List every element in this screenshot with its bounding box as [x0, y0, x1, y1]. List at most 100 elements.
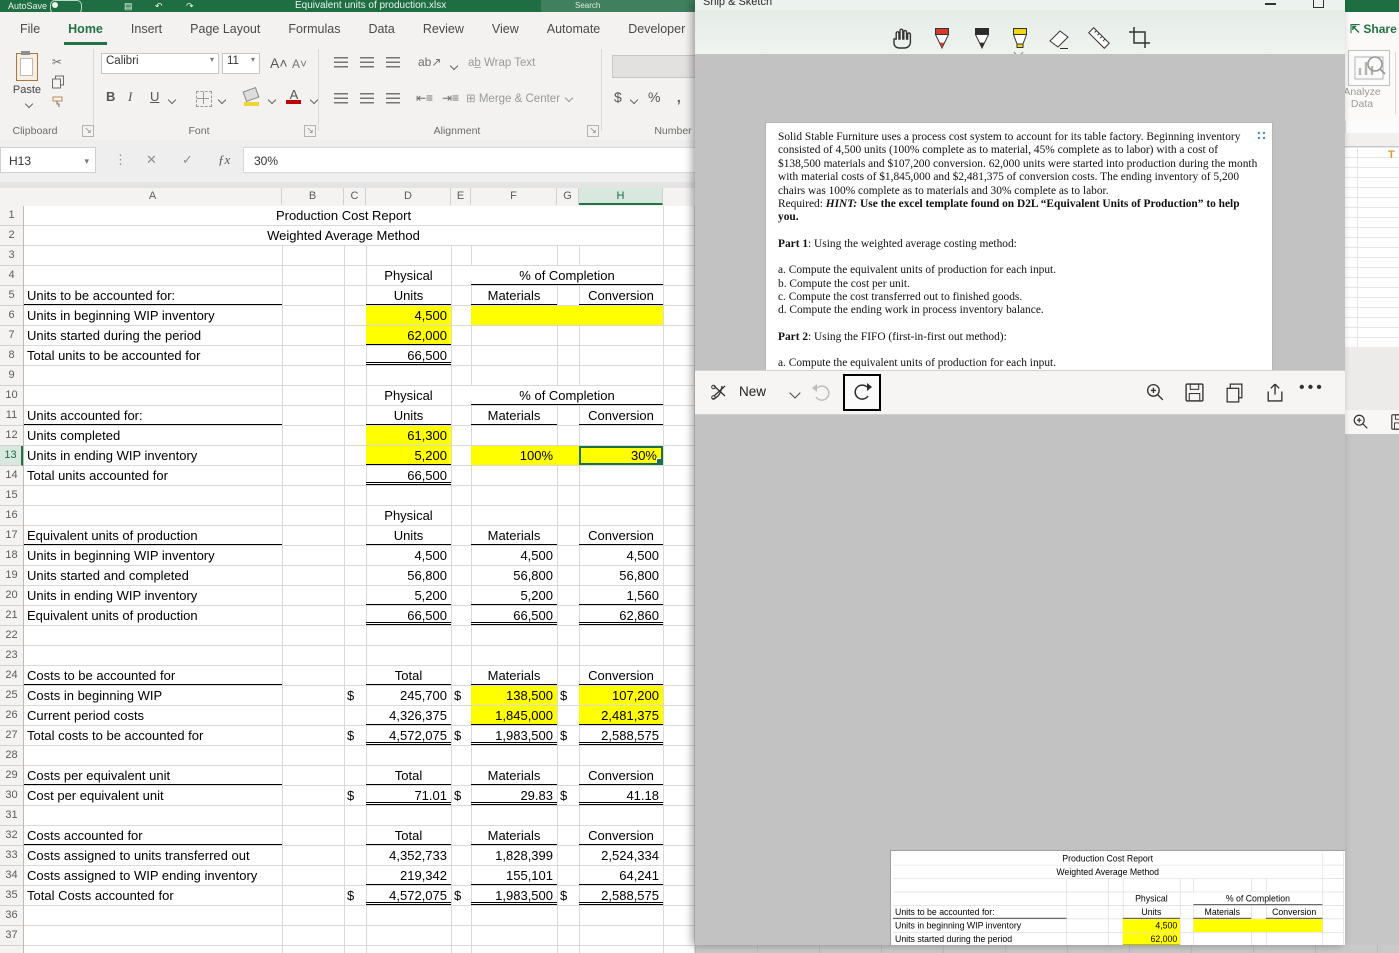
cell-H33[interactable]: 2,524,334 [579, 846, 663, 865]
save-icon[interactable] [1390, 413, 1399, 431]
align-middle-icon[interactable] [360, 57, 374, 68]
insert-function-icon[interactable]: ƒx [218, 147, 230, 173]
cell-D13[interactable]: 5,200 [366, 446, 451, 465]
row-22[interactable] [24, 626, 695, 646]
cell-F5[interactable]: Materials [471, 286, 557, 305]
bold-button[interactable]: B [106, 89, 115, 104]
analyze-data-icon[interactable] [1348, 50, 1390, 86]
cell-G30[interactable]: $ [557, 786, 579, 805]
cell-F10[interactable]: % of Completion [471, 386, 663, 405]
highlighter-icon-selected[interactable] [1008, 25, 1034, 53]
row-35[interactable]: Total Costs accounted for $4,572,075 $1,98… [24, 886, 695, 906]
row-header-16[interactable]: 16 [0, 506, 23, 526]
row-header-12[interactable]: 12 [0, 426, 23, 446]
cell-F18[interactable]: 4,500 [471, 546, 557, 565]
comma-format-icon[interactable]: , [676, 85, 682, 108]
share-icon[interactable] [1264, 382, 1285, 403]
tab-developer[interactable]: Developer [614, 14, 699, 45]
format-painter-icon[interactable] [51, 95, 65, 109]
cell-H24[interactable]: Conversion [579, 666, 663, 685]
cell-D6[interactable]: 4,500 [366, 306, 451, 325]
fill-color-icon[interactable] [242, 86, 260, 106]
row-header-23[interactable]: 23 [0, 646, 23, 666]
cell-A1[interactable]: Production Cost Report [24, 206, 663, 225]
cell-A20[interactable]: Units in ending WIP inventory [24, 586, 282, 605]
row-header-21[interactable]: 21 [0, 606, 23, 626]
percent-format-icon[interactable]: % [648, 89, 660, 105]
new-snip-icon[interactable] [709, 382, 731, 404]
align-center-icon[interactable] [360, 93, 374, 104]
cell-F32[interactable]: Materials [471, 826, 557, 845]
cell-F11[interactable]: Materials [471, 406, 557, 425]
borders-icon[interactable] [196, 91, 212, 107]
tab-file[interactable]: File [6, 14, 54, 45]
cell-G35[interactable]: $ [557, 886, 579, 905]
cell-A13[interactable]: Units in ending WIP inventory [24, 446, 282, 465]
tab-page-layout[interactable]: Page Layout [176, 14, 274, 45]
row-4[interactable]: Physical % of Completion [24, 266, 695, 286]
row-header-34[interactable]: 34 [0, 866, 23, 886]
eraser-icon[interactable] [1047, 25, 1073, 53]
row-16[interactable]: Physical [24, 506, 695, 526]
row-8[interactable]: Total units to be accounted for 66,500 [24, 346, 695, 366]
cell-H17[interactable]: Conversion [579, 526, 663, 545]
cell-H34[interactable]: 64,241 [579, 866, 663, 885]
ballpoint-pen-icon[interactable] [930, 25, 956, 53]
cell-E35[interactable]: $ [451, 886, 471, 905]
cell-H5[interactable]: Conversion [579, 286, 663, 305]
tab-review[interactable]: Review [409, 14, 478, 45]
cell-D29[interactable]: Total [366, 766, 451, 785]
row-header-8[interactable]: 8 [0, 346, 23, 366]
grow-font-icon[interactable]: A˄ [270, 55, 288, 71]
shrink-font-icon[interactable]: A˅ [292, 57, 307, 71]
row-26[interactable]: Current period costs 4,326,375 1,845,000 2,… [24, 706, 695, 726]
cell-A17[interactable]: Equivalent units of production [24, 526, 282, 545]
cell-C25[interactable]: $ [344, 686, 366, 705]
cell-F25[interactable]: 138,500 [471, 686, 557, 705]
cell-H26[interactable]: 2,481,375 [579, 706, 663, 725]
cell-C30[interactable]: $ [344, 786, 366, 805]
cell-A7[interactable]: Units started during the period [24, 326, 282, 345]
row-header-25[interactable]: 25 [0, 686, 23, 706]
cell-D5[interactable]: Units [366, 286, 451, 305]
cell-F30[interactable]: 29.83 [471, 786, 557, 805]
row-header-35[interactable]: 35 [0, 886, 23, 906]
cell-F34[interactable]: 155,101 [471, 866, 557, 885]
row-25[interactable]: Costs in beginning WIP $245,700 $138,500 $1… [24, 686, 695, 706]
row-36[interactable] [24, 906, 695, 926]
row-header-6[interactable]: 6 [0, 306, 23, 326]
sheet-grid[interactable]: Production Cost Report Weighted Average M… [24, 206, 695, 953]
row-12[interactable]: Units completed 61,300 [24, 426, 695, 446]
tab-insert[interactable]: Insert [117, 14, 176, 45]
row-header-13[interactable]: 13 [0, 446, 23, 466]
new-dropdown-chevron[interactable] [789, 387, 801, 399]
row-29[interactable]: Costs per equivalent unit Total Materials C… [24, 766, 695, 786]
column-header-E[interactable]: E [451, 188, 471, 205]
cell-A19[interactable]: Units started and completed [24, 566, 282, 585]
cell-A34[interactable]: Costs assigned to WIP ending inventory [24, 866, 282, 885]
cell-A6[interactable]: Units in beginning WIP inventory [24, 306, 282, 325]
row-header-1[interactable]: 1 [0, 206, 23, 226]
cell-A33[interactable]: Costs assigned to units transferred out [24, 846, 282, 865]
search-input[interactable]: Search [541, 0, 701, 12]
row-14[interactable]: Total units accounted for 66,500 [24, 466, 695, 486]
italic-button[interactable]: I [128, 89, 132, 105]
touch-writing-icon[interactable] [890, 25, 916, 53]
row-header-2[interactable]: 2 [0, 226, 23, 246]
share-button[interactable]: ⇱ Share [1350, 22, 1397, 36]
increase-indent-icon[interactable]: ⇥≡ [442, 91, 459, 105]
copy-icon[interactable] [51, 75, 65, 89]
row-21[interactable]: Equivalent units of production 66,500 66,5… [24, 606, 695, 626]
column-header-C[interactable]: C [344, 188, 366, 205]
row-10[interactable]: Physical % of Completion [24, 386, 695, 406]
align-top-icon[interactable] [334, 57, 348, 68]
cell-D14[interactable]: 66,500 [366, 466, 451, 485]
number-format-select[interactable] [612, 55, 697, 78]
pencil-icon[interactable] [970, 25, 996, 53]
cell-A24[interactable]: Costs to be accounted for [24, 666, 282, 685]
cell-A29[interactable]: Costs per equivalent unit [24, 766, 282, 785]
cell-E27[interactable]: $ [451, 726, 471, 745]
cell-D33[interactable]: 4,352,733 [366, 846, 451, 865]
cell-A25[interactable]: Costs in beginning WIP [24, 686, 282, 705]
row-23[interactable] [24, 646, 695, 666]
